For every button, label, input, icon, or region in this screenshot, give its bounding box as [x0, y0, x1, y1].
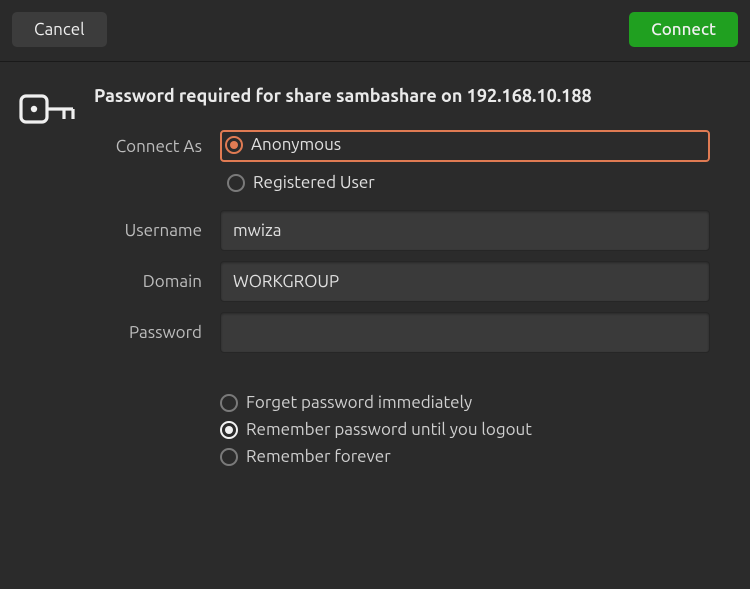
domain-label: Domain [94, 272, 220, 291]
password-retention-options: Forget password immediately Remember pas… [220, 389, 732, 470]
radio-icon [220, 421, 238, 439]
radio-remember-forever[interactable]: Remember forever [220, 443, 732, 470]
cancel-button[interactable]: Cancel [12, 12, 107, 47]
radio-icon [220, 394, 238, 412]
radio-forget-label: Forget password immediately [246, 393, 472, 412]
radio-anonymous[interactable]: Anonymous [225, 133, 705, 156]
radio-registered-label: Registered User [253, 173, 375, 192]
connect-button[interactable]: Connect [629, 12, 738, 47]
connect-as-registered-group: Registered User [220, 168, 710, 200]
radio-icon [225, 136, 243, 154]
domain-field[interactable] [220, 261, 710, 302]
radio-remember-session-label: Remember password until you logout [246, 420, 532, 439]
password-label: Password [94, 323, 220, 342]
radio-anonymous-label: Anonymous [251, 135, 341, 154]
username-label: Username [94, 221, 220, 240]
password-field[interactable] [220, 312, 710, 353]
connect-as-anonymous-group: Anonymous [220, 130, 710, 162]
radio-registered-user[interactable]: Registered User [227, 171, 705, 194]
radio-icon [220, 448, 238, 466]
connect-as-label: Connect As [94, 137, 220, 156]
key-icon [18, 86, 94, 470]
dialog-header: Cancel Connect [0, 0, 750, 62]
dialog-title: Password required for share sambashare o… [94, 86, 732, 106]
radio-icon [227, 174, 245, 192]
radio-forget-immediately[interactable]: Forget password immediately [220, 389, 732, 416]
radio-remember-session[interactable]: Remember password until you logout [220, 416, 732, 443]
username-field[interactable] [220, 210, 710, 251]
radio-remember-forever-label: Remember forever [246, 447, 391, 466]
